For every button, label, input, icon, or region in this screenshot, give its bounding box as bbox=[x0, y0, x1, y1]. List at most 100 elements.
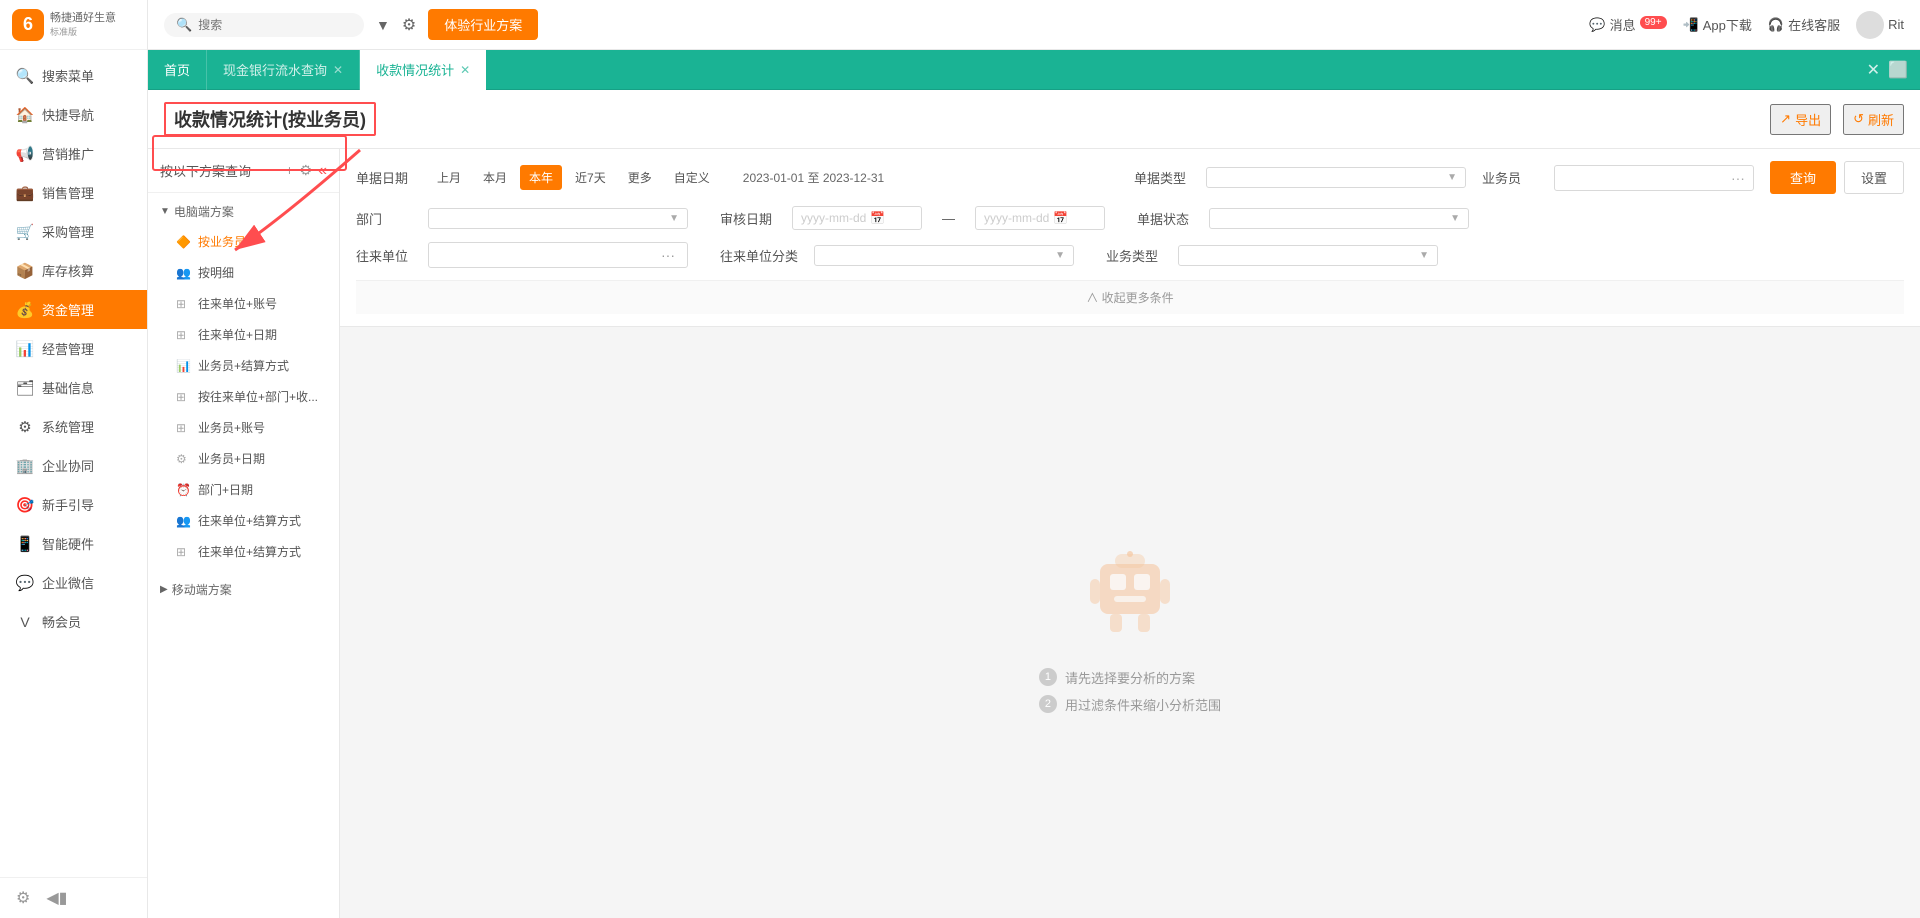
partner-category-select[interactable]: ▼ bbox=[814, 245, 1074, 266]
plan-item-dept-date[interactable]: ⏰ 部门+日期 bbox=[148, 474, 339, 505]
sidebar-item-operation[interactable]: 📊 经营管理 bbox=[0, 329, 147, 368]
settings-button[interactable]: 设置 bbox=[1844, 161, 1904, 194]
plan-item-salesperson-date[interactable]: ⚙ 业务员+日期 bbox=[148, 443, 339, 474]
topbar: 🔍 ▼ ⚙ 体验行业方案 💬 消息 99+ 📲 App下载 🎧 在线客服 Rit bbox=[148, 0, 1920, 50]
app-download[interactable]: 📲 App下载 bbox=[1683, 15, 1752, 34]
home-icon: 🏠 bbox=[16, 106, 34, 124]
sidebar-item-wechat[interactable]: 💬 企业微信 bbox=[0, 563, 147, 602]
plan-group-pc: ▼ 电脑端方案 🔶 按业务员 👥 按明细 ⊞ 往来单位+账号 bbox=[148, 193, 339, 571]
calendar-icon: 📅 bbox=[870, 211, 885, 225]
date-tab-more[interactable]: 更多 bbox=[619, 165, 661, 190]
receipt-type-label: 单据类型 bbox=[1134, 168, 1190, 187]
ps2-icon: ⊞ bbox=[176, 545, 192, 559]
receipt-status-select[interactable]: ▼ bbox=[1209, 208, 1469, 229]
tab-receipt[interactable]: 收款情况统计 ✕ bbox=[360, 50, 486, 90]
plan-item-partner-date[interactable]: ⊞ 往来单位+日期 bbox=[148, 319, 339, 350]
sidebar-item-marketing[interactable]: 📢 营销推广 bbox=[0, 134, 147, 173]
sidebar-item-quicknav[interactable]: 🏠 快捷导航 bbox=[0, 95, 147, 134]
topbar-right: 💬 消息 99+ 📲 App下载 🎧 在线客服 Rit bbox=[1589, 11, 1904, 39]
plan-group-pc-title[interactable]: ▼ 电脑端方案 bbox=[148, 197, 339, 226]
salesperson-select[interactable]: ··· bbox=[1554, 165, 1754, 191]
sidebar-item-basic[interactable]: 🗂 基础信息 bbox=[0, 368, 147, 407]
date-tab-thismonth[interactable]: 本月 bbox=[474, 165, 516, 190]
plan-item-salesperson-account[interactable]: ⊞ 业务员+账号 bbox=[148, 412, 339, 443]
sidebar: 6 畅捷通好生意 标准版 🔍 搜索菜单 🏠 快捷导航 📢 营销推广 💼 销售管理… bbox=[0, 0, 148, 918]
plan-group-mobile-title[interactable]: ▶ 移动端方案 bbox=[148, 575, 339, 604]
topbar-dropdown-icon[interactable]: ▼ bbox=[376, 17, 390, 33]
trial-button[interactable]: 体验行业方案 bbox=[428, 9, 538, 40]
plan-item-salesperson-settlement[interactable]: 📊 业务员+结算方式 bbox=[148, 350, 339, 381]
sd-icon: ⚙ bbox=[176, 452, 192, 466]
collapse-filter-bar[interactable]: ∧ 收起更多条件 bbox=[356, 280, 1904, 314]
active-plan-icon: 🔶 bbox=[176, 235, 192, 249]
sidebar-nav: 🔍 搜索菜单 🏠 快捷导航 📢 营销推广 💼 销售管理 🛒 采购管理 📦 库存核… bbox=[0, 50, 147, 877]
date-tab-custom[interactable]: 自定义 bbox=[665, 165, 719, 190]
notification-area[interactable]: 💬 消息 99+ bbox=[1589, 15, 1666, 34]
sidebar-item-sales[interactable]: 💼 销售管理 bbox=[0, 173, 147, 212]
empty-state: 1 请先选择要分析的方案 2 用过滤条件来缩小分析范围 bbox=[340, 327, 1920, 918]
sidebar-item-system[interactable]: ⚙ 系统管理 bbox=[0, 407, 147, 446]
business-type-select[interactable]: ▼ bbox=[1178, 245, 1438, 266]
empty-step-1: 1 请先选择要分析的方案 bbox=[1039, 668, 1221, 687]
collapse-panel-icon[interactable]: « bbox=[318, 162, 327, 180]
user-area[interactable]: Rit bbox=[1856, 11, 1904, 39]
date-tab-lastmonth[interactable]: 上月 bbox=[428, 165, 470, 190]
tab-bank[interactable]: 现金银行流水查询 ✕ bbox=[207, 50, 360, 90]
date-tab-7days[interactable]: 近7天 bbox=[566, 165, 615, 190]
dept-select[interactable]: ▼ bbox=[428, 208, 688, 229]
plan-item-partner-account[interactable]: ⊞ 往来单位+账号 bbox=[148, 288, 339, 319]
basic-icon: 🗂 bbox=[16, 379, 34, 397]
tab-bank-close[interactable]: ✕ bbox=[333, 63, 343, 77]
sidebar-collapse-icon[interactable]: ◀▮ bbox=[46, 888, 67, 908]
partner-select[interactable]: ··· bbox=[428, 242, 688, 268]
sidebar-item-purchase[interactable]: 🛒 采购管理 bbox=[0, 212, 147, 251]
sidebar-item-search[interactable]: 🔍 搜索菜单 bbox=[0, 56, 147, 95]
topbar-gear-icon[interactable]: ⚙ bbox=[402, 15, 416, 35]
plan-item-partner-settlement1[interactable]: 👥 往来单位+结算方式 bbox=[148, 505, 339, 536]
search-input[interactable] bbox=[198, 18, 338, 32]
partner-more-icon[interactable]: ··· bbox=[661, 247, 675, 263]
ps1-icon: 👥 bbox=[176, 514, 192, 528]
maximize-window-icon[interactable]: ⬜ bbox=[1888, 60, 1908, 80]
sidebar-item-member[interactable]: V 畅会员 bbox=[0, 602, 147, 641]
notification-icon: 💬 bbox=[1589, 17, 1605, 33]
pa-icon: ⊞ bbox=[176, 297, 192, 311]
detail-icon: 👥 bbox=[176, 266, 192, 280]
receipt-status-label: 单据状态 bbox=[1137, 209, 1193, 228]
plan-item-salesperson[interactable]: 🔶 按业务员 bbox=[148, 226, 339, 257]
sidebar-item-hardware[interactable]: 📱 智能硬件 bbox=[0, 524, 147, 563]
business-type-label: 业务类型 bbox=[1106, 246, 1162, 265]
date-tab-thisyear[interactable]: 本年 bbox=[520, 165, 562, 190]
logo-icon: 6 bbox=[12, 9, 44, 41]
sidebar-item-inventory[interactable]: 📦 库存核算 bbox=[0, 251, 147, 290]
export-button[interactable]: ↗ 导出 bbox=[1770, 104, 1831, 135]
sidebar-item-guide[interactable]: 🎯 新手引导 bbox=[0, 485, 147, 524]
refresh-button[interactable]: ↺ 刷新 bbox=[1843, 104, 1904, 135]
plan-item-partner-dept[interactable]: ⊞ 按往来单位+部门+收... bbox=[148, 381, 339, 412]
plan-item-partner-settlement2[interactable]: ⊞ 往来单位+结算方式 bbox=[148, 536, 339, 567]
date-label: 单据日期 bbox=[356, 168, 412, 187]
page-header-actions: ↗ 导出 ↺ 刷新 bbox=[1770, 104, 1904, 135]
sidebar-item-finance[interactable]: 💰 资金管理 bbox=[0, 290, 147, 329]
sidebar-item-corp[interactable]: 🏢 企业协同 bbox=[0, 446, 147, 485]
system-icon: ⚙ bbox=[16, 418, 34, 436]
sidebar-settings-icon[interactable]: ⚙ bbox=[16, 888, 30, 908]
date-separator: — bbox=[938, 211, 959, 226]
close-window-icon[interactable]: ✕ bbox=[1867, 60, 1880, 80]
content-area: 收款情况统计(按业务员) ↗ 导出 ↺ 刷新 按以下方案查询 + bbox=[148, 90, 1920, 918]
wechat-icon: 💬 bbox=[16, 574, 34, 592]
receipt-type-select[interactable]: ▼ bbox=[1206, 167, 1466, 188]
topbar-search[interactable]: 🔍 bbox=[164, 13, 364, 37]
add-plan-icon[interactable]: + bbox=[285, 162, 293, 180]
review-date-start[interactable]: yyyy-mm-dd 📅 bbox=[792, 206, 922, 230]
online-support[interactable]: 🎧 在线客服 bbox=[1768, 15, 1840, 34]
query-button[interactable]: 查询 bbox=[1770, 161, 1836, 194]
tab-home[interactable]: 首页 bbox=[148, 50, 207, 90]
plan-settings-icon[interactable]: ⚙ bbox=[300, 162, 313, 180]
plan-item-detail[interactable]: 👥 按明细 bbox=[148, 257, 339, 288]
download-icon: 📲 bbox=[1683, 17, 1699, 33]
tab-receipt-close[interactable]: ✕ bbox=[460, 63, 470, 77]
salesperson-more-icon[interactable]: ··· bbox=[1731, 170, 1745, 186]
ss-icon: 📊 bbox=[176, 359, 192, 373]
review-date-end[interactable]: yyyy-mm-dd 📅 bbox=[975, 206, 1105, 230]
